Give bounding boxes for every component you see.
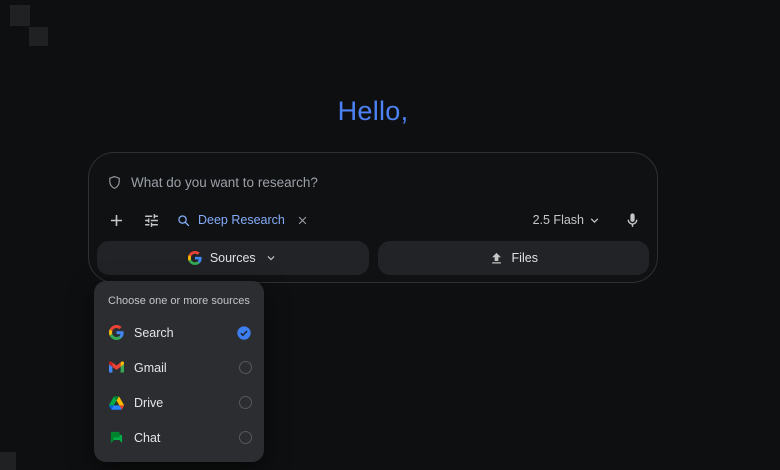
drive-icon: [108, 395, 124, 410]
files-button[interactable]: Files: [377, 241, 649, 275]
gmail-icon: [108, 360, 124, 375]
tools-button[interactable]: [143, 212, 160, 229]
menu-item-chat[interactable]: Chat: [94, 420, 264, 455]
model-selector[interactable]: 2.5 Flash: [533, 213, 602, 228]
prompt-actions: Sources Files: [97, 241, 649, 275]
menu-item-label: Search: [134, 325, 174, 340]
mic-icon: [624, 212, 641, 229]
menu-item-search[interactable]: Search: [94, 315, 264, 350]
menu-item-label: Chat: [134, 430, 161, 445]
chevron-down-icon: [587, 213, 602, 228]
sources-label: Sources: [209, 251, 256, 265]
google-g-icon: [108, 325, 124, 340]
prompt-toolbar: Deep Research 2.5 Flash: [107, 208, 641, 232]
prompt-input[interactable]: What do you want to research?: [107, 172, 318, 192]
menu-item-gmail[interactable]: Gmail: [94, 350, 264, 385]
desktop-artifact: [29, 27, 48, 46]
radio-unselected[interactable]: [239, 431, 252, 444]
radio-unselected[interactable]: [239, 396, 252, 409]
gemini-app: Hello, What do you want to research? Dee…: [0, 0, 780, 470]
tune-icon: [143, 212, 160, 229]
prompt-box: What do you want to research? Deep Resea…: [88, 152, 658, 283]
sources-menu: Choose one or more sources Search Gmail …: [94, 281, 264, 462]
prompt-placeholder: What do you want to research?: [131, 174, 318, 190]
plus-icon: [107, 211, 126, 230]
chat-icon: [108, 430, 124, 445]
shield-icon: [107, 175, 122, 190]
deep-research-label: Deep Research: [198, 213, 285, 227]
mic-button[interactable]: [624, 212, 641, 229]
upload-icon: [489, 251, 504, 266]
desktop-artifact: [0, 452, 16, 470]
close-icon[interactable]: [296, 214, 309, 227]
menu-item-label: Drive: [134, 395, 164, 410]
model-label: 2.5 Flash: [532, 213, 584, 227]
greeting-text: Hello,: [337, 96, 409, 126]
add-attachment-button[interactable]: [107, 211, 126, 230]
radio-unselected[interactable]: [239, 361, 252, 374]
deep-research-chip[interactable]: Deep Research: [176, 213, 309, 228]
check-circle-icon[interactable]: [236, 325, 252, 341]
sources-button[interactable]: Sources: [97, 241, 369, 275]
google-g-icon: [187, 251, 202, 265]
menu-item-label: Gmail: [134, 360, 167, 375]
search-icon: [176, 213, 191, 228]
files-label: Files: [511, 251, 538, 265]
chevron-down-icon: [264, 251, 278, 265]
desktop-artifact: [10, 5, 30, 26]
menu-item-drive[interactable]: Drive: [94, 385, 264, 420]
sources-menu-title: Choose one or more sources: [108, 295, 250, 307]
